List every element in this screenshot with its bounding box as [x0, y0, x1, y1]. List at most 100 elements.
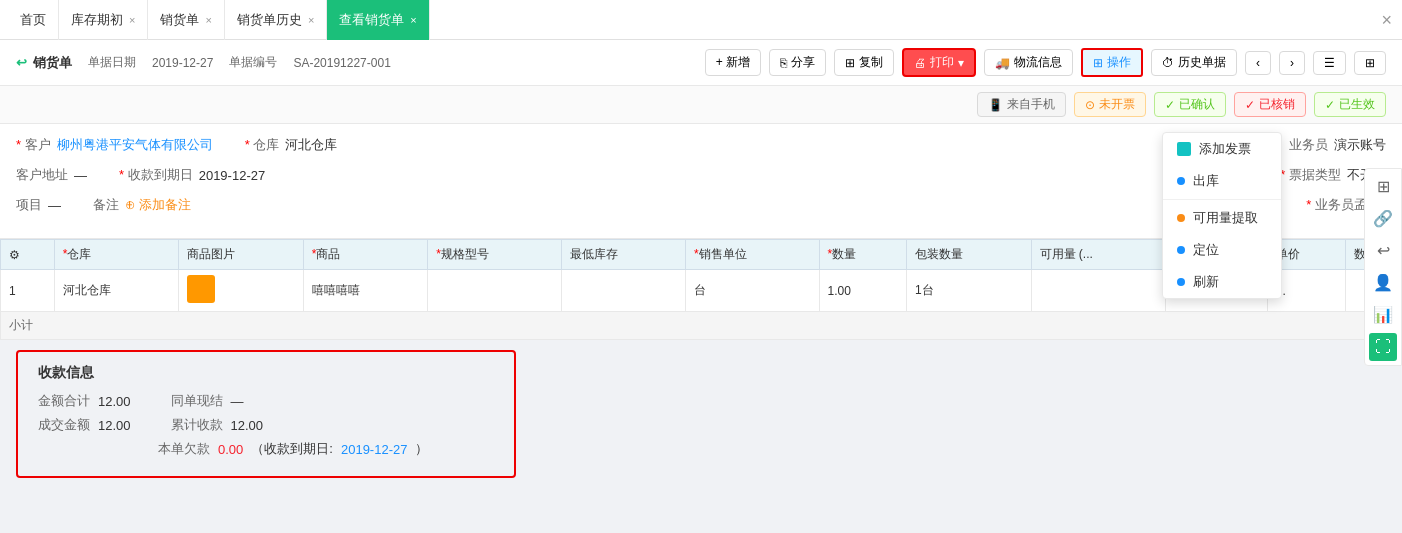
add-icon: ⊕: [125, 197, 135, 212]
cell-qty: 1.00: [819, 270, 906, 312]
same-order-value: —: [231, 394, 244, 409]
available-qty-item[interactable]: 可用量提取: [1163, 202, 1281, 234]
dropdown-divider-1: [1163, 199, 1281, 200]
share-button[interactable]: ⎘ 分享: [769, 49, 826, 76]
confirmed-btn[interactable]: ✓ 已确认: [1154, 92, 1226, 117]
project-value: —: [48, 198, 61, 213]
confirmed-label: 已确认: [1179, 96, 1215, 113]
due-note: （收款到期日:: [251, 440, 333, 458]
right-sidebar: ⊞ 🔗 ↩ 👤 📊 ⛶: [1364, 168, 1402, 366]
sidebar-icon-3[interactable]: ↩: [1369, 237, 1397, 265]
address-value: —: [74, 168, 87, 183]
payment-date-field: 收款到期日 2019-12-27: [119, 166, 265, 184]
col-product: *商品: [303, 240, 428, 270]
unopened-btn[interactable]: ⊙ 未开票: [1074, 92, 1146, 117]
print-button[interactable]: 🖨 打印 ▾: [902, 48, 976, 77]
address-field: 客户地址 —: [16, 166, 87, 184]
sidebar-icon-1[interactable]: ⊞: [1369, 173, 1397, 201]
warehouse-label: 仓库: [245, 136, 280, 154]
cell-min-stock: [561, 270, 686, 312]
outbound-item[interactable]: 出库: [1163, 165, 1281, 197]
effective-btn[interactable]: ✓ 已生效: [1314, 92, 1386, 117]
locate-item[interactable]: 定位: [1163, 234, 1281, 266]
form-date-value: 2019-12-27: [152, 56, 213, 70]
sold-out-btn[interactable]: ✓ 已核销: [1234, 92, 1306, 117]
warehouse-value: 河北仓库: [285, 136, 337, 154]
new-button[interactable]: + 新增: [705, 49, 761, 76]
refresh-label: 刷新: [1193, 273, 1219, 291]
operation-label: 操作: [1107, 54, 1131, 71]
window-close-button[interactable]: ×: [1381, 9, 1392, 30]
product-image: [187, 275, 215, 303]
list-view-button[interactable]: ⊞: [1354, 51, 1386, 75]
transaction-label: 成交金额: [38, 416, 90, 434]
next-button[interactable]: ›: [1279, 51, 1305, 75]
from-phone-label: 来自手机: [1007, 96, 1055, 113]
form-title: ↩ 销货单: [16, 54, 72, 72]
tab-inventory-close[interactable]: ×: [129, 14, 135, 26]
grid-view-button[interactable]: ☰: [1313, 51, 1346, 75]
form-title-label: 销货单: [33, 54, 72, 72]
add-invoice-label: 添加发票: [1199, 140, 1251, 158]
copy-label: 复制: [859, 54, 883, 71]
sidebar-icon-5[interactable]: 📊: [1369, 301, 1397, 329]
tab-sales[interactable]: 销货单 ×: [148, 0, 224, 40]
due-item: 本单欠款 0.00 （收款到期日: 2019-12-27 ）: [158, 440, 428, 458]
employee-field: 业务员 演示账号: [1289, 136, 1386, 154]
logistics-label: 物流信息: [1014, 54, 1062, 71]
tab-sales-close[interactable]: ×: [205, 14, 211, 26]
summary-row-2: 成交金额 12.00 累计收款 12.00: [38, 416, 494, 434]
sidebar-icon-4[interactable]: 👤: [1369, 269, 1397, 297]
cumulative-label: 累计收款: [171, 416, 223, 434]
tab-view-sales-close[interactable]: ×: [410, 14, 416, 26]
sidebar-icon-2[interactable]: 🔗: [1369, 205, 1397, 233]
col-spec: *规格型号: [428, 240, 561, 270]
form-header-left: ↩ 销货单 单据日期 2019-12-27 单据编号 SA-20191227-0…: [16, 54, 391, 72]
tab-history-close[interactable]: ×: [308, 14, 314, 26]
cumulative-item: 累计收款 12.00: [171, 416, 264, 434]
phone-icon: 📱: [988, 98, 1003, 112]
check-icon: ✓: [1165, 98, 1175, 112]
copy-button[interactable]: ⊞ 复制: [834, 49, 894, 76]
customer-value[interactable]: 柳州粤港平安气体有限公司: [57, 136, 213, 154]
tab-home[interactable]: 首页: [8, 0, 59, 40]
cell-product-img: [179, 270, 304, 312]
employee-value: 演示账号: [1334, 136, 1386, 154]
tab-view-sales[interactable]: 查看销货单 ×: [327, 0, 429, 40]
payment-date-label: 收款到期日: [119, 166, 193, 184]
effective-label: 已生效: [1339, 96, 1375, 113]
history-button[interactable]: ⏱ 历史单据: [1151, 49, 1237, 76]
cell-available: [1031, 270, 1166, 312]
tab-inventory[interactable]: 库存期初 ×: [59, 0, 148, 40]
summary-row-1: 金额合计 12.00 同单现结 —: [38, 392, 494, 410]
cell-no: 1: [1, 270, 55, 312]
cell-unit: 台: [686, 270, 819, 312]
col-settings[interactable]: ⚙: [1, 240, 55, 270]
operation-button[interactable]: ⊞ 操作: [1081, 48, 1143, 77]
effective-icon: ✓: [1325, 98, 1335, 112]
logistics-button[interactable]: 🚚 物流信息: [984, 49, 1073, 76]
tab-history[interactable]: 销货单历史 ×: [225, 0, 327, 40]
transaction-item: 成交金额 12.00: [38, 416, 131, 434]
outbound-icon: [1177, 177, 1185, 185]
sidebar-icon-6[interactable]: ⛶: [1369, 333, 1397, 361]
salesperson-label: 业务员孟: [1306, 196, 1367, 214]
customer-label: 客户: [16, 136, 51, 154]
add-invoice-item[interactable]: 添加发票: [1163, 133, 1281, 165]
customer-field: 客户 柳州粤港平安气体有限公司: [16, 136, 213, 154]
note-field: 备注 ⊕ 添加备注: [93, 196, 191, 214]
due-date: 2019-12-27: [341, 442, 408, 457]
locate-icon: [1177, 246, 1185, 254]
sold-label: 已核销: [1259, 96, 1295, 113]
col-qty: *数量: [819, 240, 906, 270]
refresh-icon: [1177, 278, 1185, 286]
operation-icon: ⊞: [1093, 56, 1103, 70]
refresh-item[interactable]: 刷新: [1163, 266, 1281, 298]
add-note-btn[interactable]: ⊕ 添加备注: [125, 196, 191, 214]
print-dropdown-icon: ▾: [958, 56, 964, 70]
print-label: 打印: [930, 54, 954, 71]
from-phone-btn[interactable]: 📱 来自手机: [977, 92, 1066, 117]
form-header: ↩ 销货单 单据日期 2019-12-27 单据编号 SA-20191227-0…: [0, 40, 1402, 86]
prev-button[interactable]: ‹: [1245, 51, 1271, 75]
cumulative-value: 12.00: [231, 418, 264, 433]
